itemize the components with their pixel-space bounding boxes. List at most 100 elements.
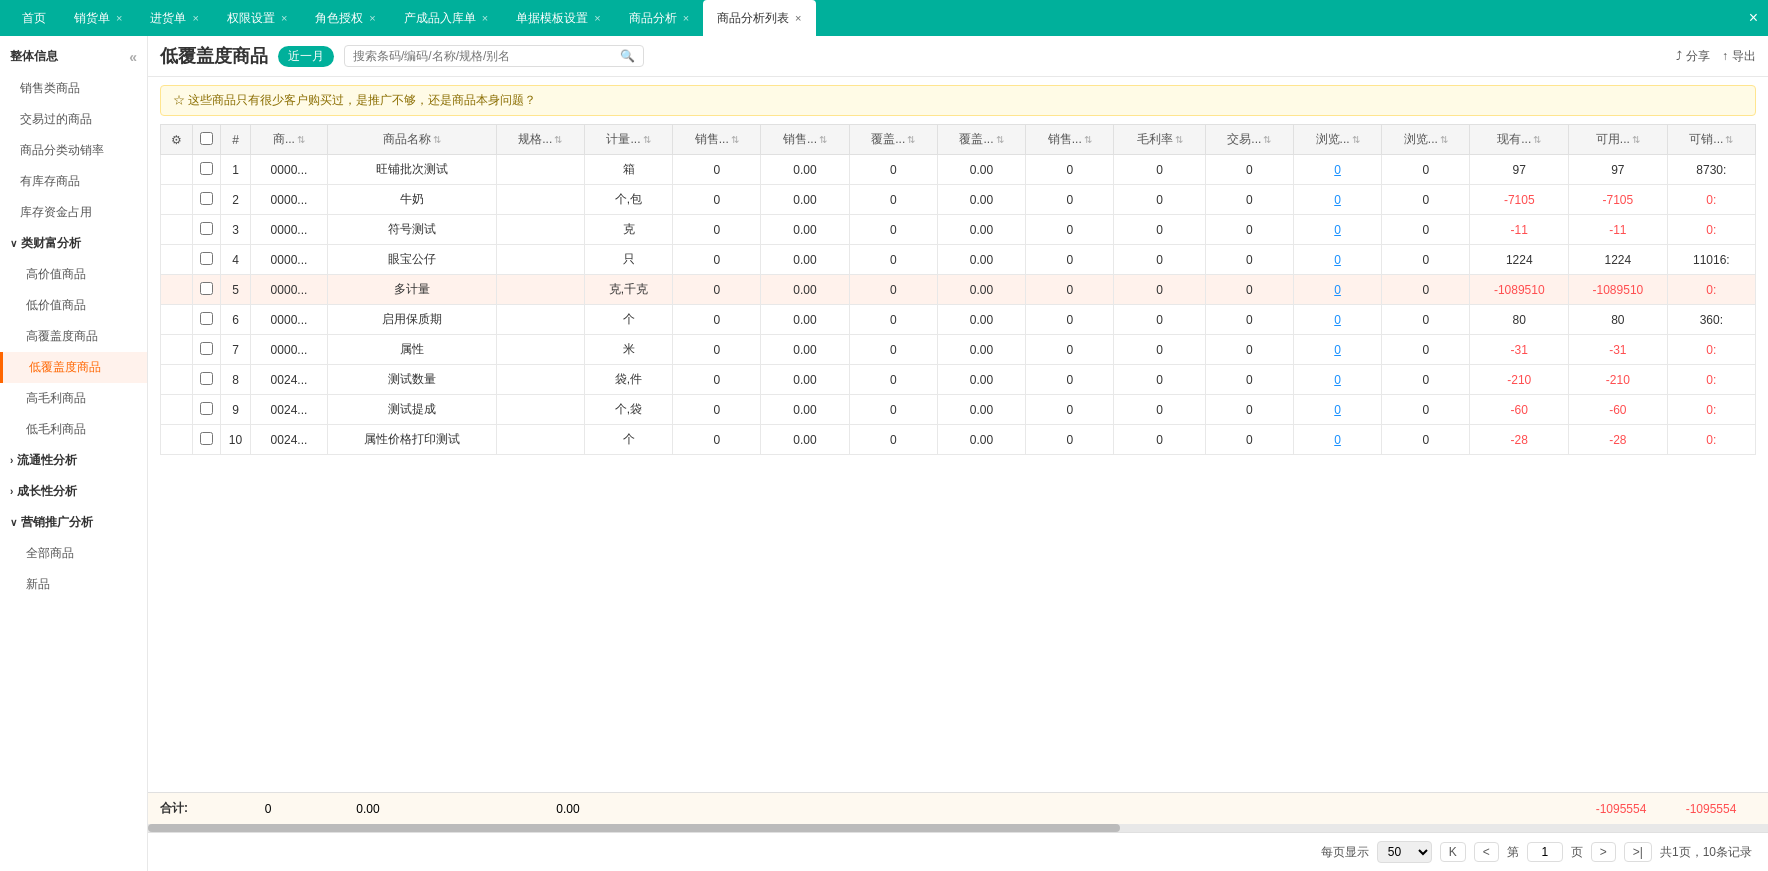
sidebar-header[interactable]: 整体信息 « bbox=[0, 40, 147, 73]
view-link[interactable]: 0 bbox=[1334, 403, 1341, 417]
close-icon[interactable]: × bbox=[482, 12, 488, 24]
col-gross[interactable]: 毛利率⇅ bbox=[1114, 125, 1205, 155]
sidebar-section-flow[interactable]: › 流通性分析 bbox=[0, 445, 147, 476]
period-button[interactable]: 近一月 bbox=[278, 46, 334, 67]
close-icon[interactable]: × bbox=[795, 12, 801, 24]
col-settings[interactable]: ⚙ bbox=[161, 125, 193, 155]
row-checkbox[interactable] bbox=[200, 312, 213, 325]
close-icon[interactable]: × bbox=[369, 12, 375, 24]
sidebar-section-growth[interactable]: › 成长性分析 bbox=[0, 476, 147, 507]
row-checkbox[interactable] bbox=[200, 372, 213, 385]
view-link[interactable]: 0 bbox=[1334, 223, 1341, 237]
table-cell[interactable] bbox=[193, 395, 221, 425]
col-code[interactable]: 商...⇅ bbox=[251, 125, 328, 155]
view-link[interactable]: 0 bbox=[1334, 193, 1341, 207]
page-size-select[interactable]: 50 100 200 bbox=[1377, 841, 1432, 863]
nav-tab-analysis-list[interactable]: 商品分析列表 × bbox=[703, 0, 815, 36]
table-cell[interactable]: 0 bbox=[1293, 305, 1381, 335]
col-trade[interactable]: 交易...⇅ bbox=[1205, 125, 1293, 155]
col-view2[interactable]: 浏览...⇅ bbox=[1382, 125, 1470, 155]
nav-tab-sales[interactable]: 销货单 × bbox=[60, 0, 136, 36]
table-cell[interactable] bbox=[193, 275, 221, 305]
next-page-button[interactable]: > bbox=[1591, 842, 1616, 862]
table-cell[interactable]: 0 bbox=[1293, 155, 1381, 185]
view-link[interactable]: 0 bbox=[1334, 253, 1341, 267]
close-icon[interactable]: × bbox=[281, 12, 287, 24]
sidebar-item-high-coverage[interactable]: 高覆盖度商品 bbox=[0, 321, 147, 352]
table-cell[interactable] bbox=[193, 365, 221, 395]
view-link[interactable]: 0 bbox=[1334, 163, 1341, 177]
row-checkbox[interactable] bbox=[200, 432, 213, 445]
table-cell[interactable]: 0 bbox=[1293, 365, 1381, 395]
view-link[interactable]: 0 bbox=[1334, 343, 1341, 357]
nav-tab-home[interactable]: 首页 bbox=[8, 0, 60, 36]
table-cell[interactable]: 0 bbox=[1293, 215, 1381, 245]
col-sales3[interactable]: 销售...⇅ bbox=[1026, 125, 1114, 155]
last-page-button[interactable]: >| bbox=[1624, 842, 1652, 862]
col-spec[interactable]: 规格...⇅ bbox=[496, 125, 584, 155]
close-icon[interactable]: × bbox=[192, 12, 198, 24]
col-avail[interactable]: 可用...⇅ bbox=[1569, 125, 1668, 155]
sidebar-item-traded-goods[interactable]: 交易过的商品 bbox=[0, 104, 147, 135]
table-cell[interactable] bbox=[193, 425, 221, 455]
view-link[interactable]: 0 bbox=[1334, 283, 1341, 297]
table-cell[interactable]: 0 bbox=[1293, 185, 1381, 215]
nav-tab-template[interactable]: 单据模板设置 × bbox=[502, 0, 614, 36]
sidebar-item-stock-capital[interactable]: 库存资金占用 bbox=[0, 197, 147, 228]
sidebar-item-new-goods[interactable]: 新品 bbox=[0, 569, 147, 600]
table-cell[interactable]: 0 bbox=[1293, 335, 1381, 365]
nav-tab-purchase[interactable]: 进货单 × bbox=[136, 0, 212, 36]
table-cell[interactable] bbox=[193, 245, 221, 275]
select-all-checkbox[interactable] bbox=[200, 132, 213, 145]
table-cell[interactable]: 0 bbox=[1293, 425, 1381, 455]
collapse-icon[interactable]: « bbox=[129, 49, 137, 65]
sidebar-item-category-rate[interactable]: 商品分类动销率 bbox=[0, 135, 147, 166]
table-cell[interactable] bbox=[193, 155, 221, 185]
table-cell[interactable]: 0 bbox=[1293, 395, 1381, 425]
col-view1[interactable]: 浏览...⇅ bbox=[1293, 125, 1381, 155]
nav-tab-analysis[interactable]: 商品分析 × bbox=[615, 0, 703, 36]
nav-tab-products[interactable]: 产成品入库单 × bbox=[390, 0, 502, 36]
row-checkbox[interactable] bbox=[200, 282, 213, 295]
row-checkbox[interactable] bbox=[200, 222, 213, 235]
nav-tab-roles[interactable]: 角色授权 × bbox=[301, 0, 389, 36]
table-cell[interactable]: 0 bbox=[1293, 245, 1381, 275]
share-button[interactable]: ⤴ 分享 bbox=[1676, 48, 1710, 65]
row-checkbox[interactable] bbox=[200, 252, 213, 265]
table-cell[interactable] bbox=[193, 305, 221, 335]
close-icon[interactable]: × bbox=[116, 12, 122, 24]
col-sales-amt[interactable]: 销售...⇅ bbox=[761, 125, 849, 155]
sidebar-section-marketing[interactable]: ∨ 营销推广分析 bbox=[0, 507, 147, 538]
table-cell[interactable] bbox=[193, 185, 221, 215]
col-unit[interactable]: 计量...⇅ bbox=[584, 125, 672, 155]
sidebar-item-high-value[interactable]: 高价值商品 bbox=[0, 259, 147, 290]
col-cover2[interactable]: 覆盖...⇅ bbox=[937, 125, 1025, 155]
view-link[interactable]: 0 bbox=[1334, 373, 1341, 387]
row-checkbox[interactable] bbox=[200, 342, 213, 355]
close-icon[interactable]: × bbox=[683, 12, 689, 24]
sidebar-item-high-margin[interactable]: 高毛利商品 bbox=[0, 383, 147, 414]
row-checkbox[interactable] bbox=[200, 192, 213, 205]
sidebar-item-all-goods[interactable]: 全部商品 bbox=[0, 538, 147, 569]
row-checkbox[interactable] bbox=[200, 402, 213, 415]
col-checkbox[interactable] bbox=[193, 125, 221, 155]
table-cell[interactable] bbox=[193, 215, 221, 245]
export-button[interactable]: ↑ 导出 bbox=[1722, 48, 1756, 65]
col-sales-qty[interactable]: 销售...⇅ bbox=[673, 125, 761, 155]
prev-page-button[interactable]: < bbox=[1474, 842, 1499, 862]
table-cell[interactable] bbox=[193, 335, 221, 365]
row-checkbox[interactable] bbox=[200, 162, 213, 175]
nav-tab-perms[interactable]: 权限设置 × bbox=[213, 0, 301, 36]
table-cell[interactable]: 0 bbox=[1293, 275, 1381, 305]
sidebar-item-low-margin[interactable]: 低毛利商品 bbox=[0, 414, 147, 445]
sidebar-section-wealth[interactable]: ∨ 类财富分析 bbox=[0, 228, 147, 259]
col-stock[interactable]: 现有...⇅ bbox=[1470, 125, 1569, 155]
sidebar-item-sales-goods[interactable]: 销售类商品 bbox=[0, 73, 147, 104]
sidebar-item-stock-goods[interactable]: 有库存商品 bbox=[0, 166, 147, 197]
col-cover1[interactable]: 覆盖...⇅ bbox=[849, 125, 937, 155]
col-sellable[interactable]: 可销...⇅ bbox=[1667, 125, 1755, 155]
search-icon[interactable]: 🔍 bbox=[620, 49, 635, 63]
view-link[interactable]: 0 bbox=[1334, 433, 1341, 447]
sidebar-item-low-value[interactable]: 低价值商品 bbox=[0, 290, 147, 321]
search-input[interactable] bbox=[353, 49, 620, 63]
